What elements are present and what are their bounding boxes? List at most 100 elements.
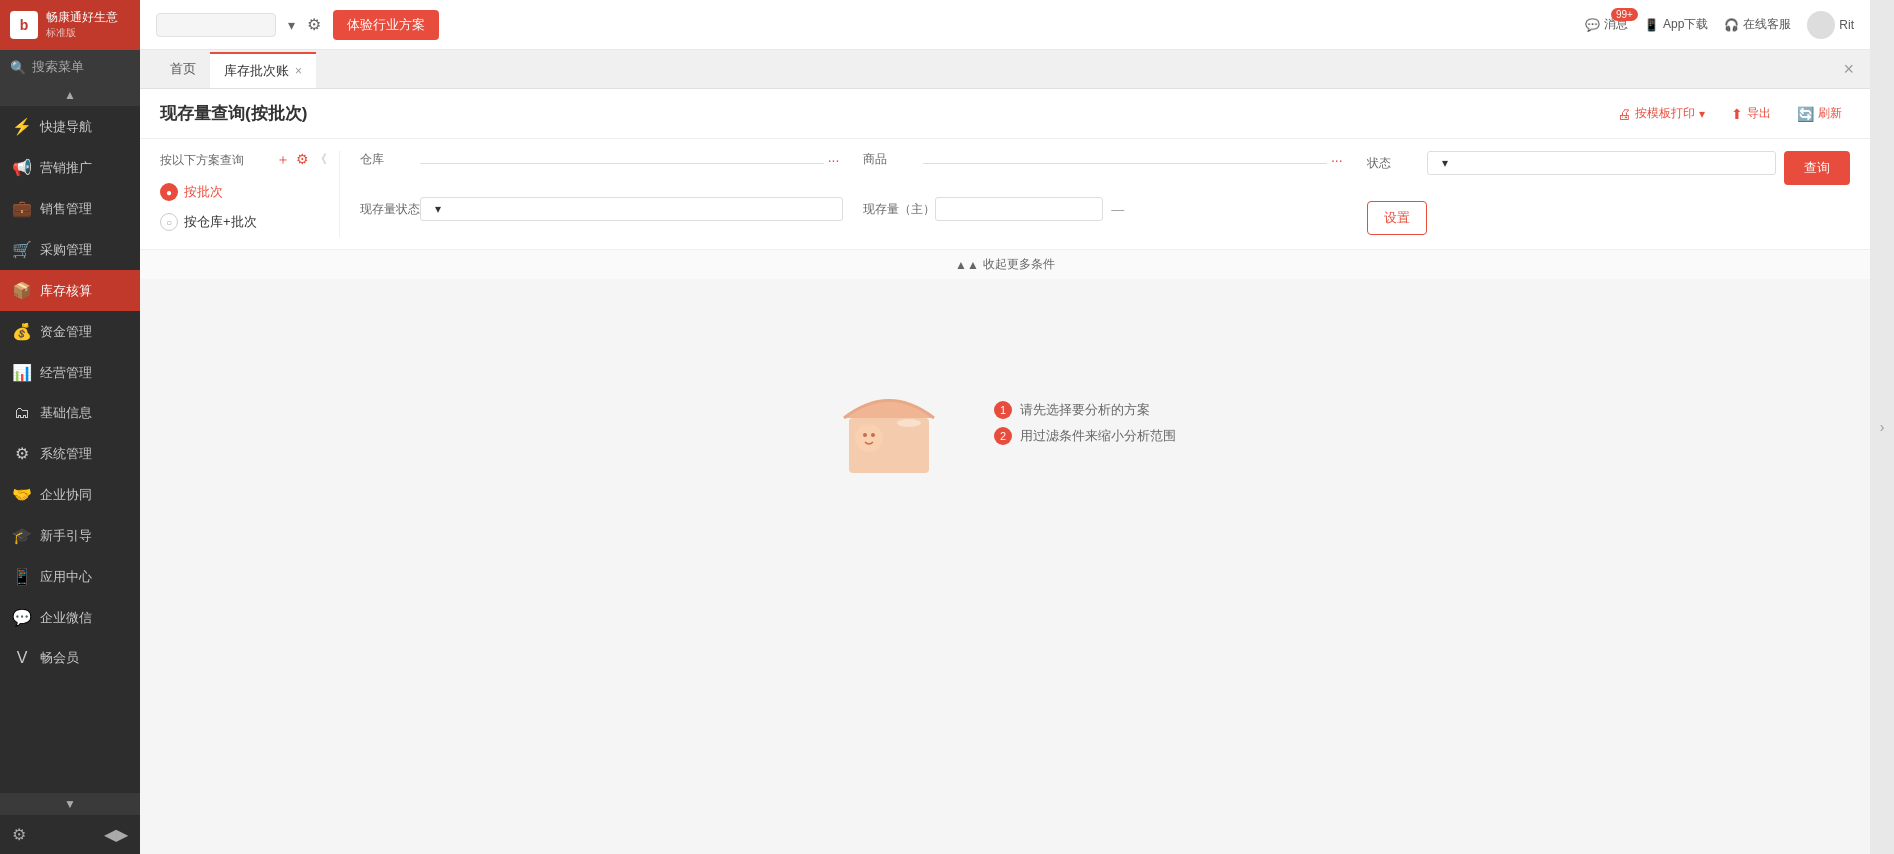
empty-content: 1 请先选择要分析的方案 2 用过滤条件来缩小分析范围 (834, 363, 1176, 483)
svg-point-1 (855, 424, 883, 452)
sidebar-item-label: 系统管理 (40, 445, 92, 463)
user-profile-button[interactable]: Rit (1807, 11, 1854, 39)
filter-collapse-bar[interactable]: ▲▲ 收起更多条件 (140, 249, 1870, 279)
app-download-label: App下载 (1663, 16, 1708, 33)
topbar-gear-icon[interactable]: ⚙ (307, 15, 321, 34)
tab-bar: 首页 库存批次账 × × (140, 50, 1870, 89)
refresh-button[interactable]: 🔄 刷新 (1789, 101, 1850, 126)
page-actions: 🖨 按模板打印 ▾ ⬆ 导出 🔄 刷新 (1609, 101, 1850, 126)
sidebar-item-inventory[interactable]: 📦 库存核算 (0, 270, 140, 311)
sidebar-item-system[interactable]: ⚙ 系统管理 (0, 433, 140, 474)
tab-home[interactable]: 首页 (156, 52, 210, 86)
sidebar-search[interactable]: 🔍 搜索菜单 (0, 50, 140, 84)
purchase-icon: 🛒 (12, 240, 32, 259)
product-label: 商品 (863, 151, 923, 168)
print-dropdown-icon[interactable]: ▾ (1699, 107, 1705, 121)
sidebar: b 畅康通好生意 标准版 🔍 搜索菜单 ▲ ⚡ 快捷导航 📢 营销推广 💼 销售… (0, 0, 140, 854)
username-label: Rit (1839, 18, 1854, 32)
field-group-product: 商品 ··· (863, 151, 1346, 168)
phone-icon: 📱 (1644, 18, 1659, 32)
stock-status-select[interactable]: ▾ (420, 197, 843, 221)
product-select[interactable] (923, 155, 1327, 164)
sidebar-item-newbie[interactable]: 🎓 新手引导 (0, 515, 140, 556)
settings-icon[interactable]: ⚙ (12, 825, 26, 844)
step-text-2: 用过滤条件来缩小分析范围 (1020, 427, 1176, 445)
step-num-1: 1 (994, 401, 1012, 419)
settings-btn-area: 设置 (1367, 197, 1850, 235)
empty-illustration (834, 363, 954, 483)
status-dropdown-icon: ▾ (1442, 156, 1448, 170)
status-select[interactable]: ▾ (1427, 151, 1776, 175)
sidebar-header: b 畅康通好生意 标准版 (0, 0, 140, 50)
shortcut-icon: ⚡ (12, 117, 32, 136)
settings-scheme-icon[interactable]: ⚙ (296, 151, 309, 169)
tab-batch-account[interactable]: 库存批次账 × (210, 52, 316, 88)
basic-icon: 🗂 (12, 404, 32, 422)
app-title: 畅康通好生意 (46, 10, 118, 26)
sidebar-item-member[interactable]: V 畅会员 (0, 638, 140, 678)
sidebar-scroll-down[interactable]: ▼ (0, 793, 140, 815)
system-icon: ⚙ (12, 444, 32, 463)
sidebar-item-basic[interactable]: 🗂 基础信息 (0, 393, 140, 433)
scheme-header: 按以下方案查询 ＋ ⚙ 《 (160, 151, 327, 169)
scheme-item-warehouse-batch[interactable]: ○ 按仓库+批次 (160, 207, 327, 237)
sidebar-item-shortcut[interactable]: ⚡ 快捷导航 (0, 106, 140, 147)
sidebar-item-finance[interactable]: 💰 资金管理 (0, 311, 140, 352)
page-content: 现存量查询(按批次) 🖨 按模板打印 ▾ ⬆ 导出 🔄 刷新 (140, 89, 1870, 854)
app-download-button[interactable]: 📱 App下载 (1644, 16, 1708, 33)
sidebar-item-operation[interactable]: 📊 经营管理 (0, 352, 140, 393)
sidebar-item-label: 企业微信 (40, 609, 92, 627)
sidebar-item-purchase[interactable]: 🛒 采购管理 (0, 229, 140, 270)
collapse-sidebar-icon[interactable]: ◀▶ (104, 825, 128, 844)
sidebar-item-app[interactable]: 📱 应用中心 (0, 556, 140, 597)
product-more[interactable]: ··· (1327, 152, 1347, 168)
close-all-tabs-button[interactable]: × (1843, 59, 1854, 80)
tab-batch-account-close[interactable]: × (295, 64, 302, 78)
scheme-label: 按以下方案查询 (160, 152, 244, 169)
add-scheme-icon[interactable]: ＋ (276, 151, 290, 169)
stock-qty-dash: — (1103, 202, 1132, 217)
sidebar-item-marketing[interactable]: 📢 营销推广 (0, 147, 140, 188)
topbar-dropdown-icon[interactable]: ▾ (288, 17, 295, 33)
field-row-warehouse: 仓库 ··· (360, 151, 843, 168)
empty-steps: 1 请先选择要分析的方案 2 用过滤条件来缩小分析范围 (994, 401, 1176, 445)
app-logo: b (10, 11, 38, 39)
settings-button[interactable]: 设置 (1367, 201, 1427, 235)
app-title-group: 畅康通好生意 标准版 (46, 10, 118, 40)
collapse-scheme-icon[interactable]: 《 (315, 151, 327, 169)
query-button[interactable]: 查询 (1784, 151, 1850, 185)
wechat-icon: 💬 (12, 608, 32, 627)
field-group-stock-status: 现存量状态 ▾ (360, 197, 843, 221)
warehouse-more[interactable]: ··· (824, 152, 844, 168)
avatar (1807, 11, 1835, 39)
warehouse-select[interactable] (420, 155, 824, 164)
search-label: 搜索菜单 (32, 58, 84, 76)
sidebar-item-label: 销售管理 (40, 200, 92, 218)
experience-industry-button[interactable]: 体验行业方案 (333, 10, 439, 40)
scheme-item-batch[interactable]: ● 按批次 (160, 177, 327, 207)
sidebar-item-sales[interactable]: 💼 销售管理 (0, 188, 140, 229)
sidebar-item-label: 基础信息 (40, 404, 92, 422)
empty-svg (834, 363, 954, 483)
sidebar-item-label: 采购管理 (40, 241, 92, 259)
message-button[interactable]: 💬 消息 99+ (1585, 16, 1628, 33)
right-panel[interactable]: › (1870, 0, 1894, 854)
sidebar-item-label: 经营管理 (40, 364, 92, 382)
sidebar-item-collab[interactable]: 🤝 企业协同 (0, 474, 140, 515)
sidebar-item-label: 畅会员 (40, 649, 79, 667)
export-button[interactable]: ⬆ 导出 (1723, 101, 1779, 126)
step-num-2: 2 (994, 427, 1012, 445)
field-row-stock-qty: 现存量（主） — (863, 197, 1346, 221)
search-icon: 🔍 (10, 60, 26, 75)
scheme-item-label: 按批次 (184, 183, 223, 201)
collab-icon: 🤝 (12, 485, 32, 504)
topbar-search-input[interactable] (156, 13, 276, 37)
stock-qty-min-input[interactable] (935, 197, 1103, 221)
scheme-actions: ＋ ⚙ 《 (276, 151, 327, 169)
print-template-button[interactable]: 🖨 按模板打印 ▾ (1609, 101, 1713, 126)
collapse-label: 收起更多条件 (983, 256, 1055, 273)
sidebar-item-wechat[interactable]: 💬 企业微信 (0, 597, 140, 638)
scheme-dot-inactive: ○ (160, 213, 178, 231)
sidebar-scroll-up[interactable]: ▲ (0, 84, 140, 106)
online-service-button[interactable]: 🎧 在线客服 (1724, 16, 1791, 33)
